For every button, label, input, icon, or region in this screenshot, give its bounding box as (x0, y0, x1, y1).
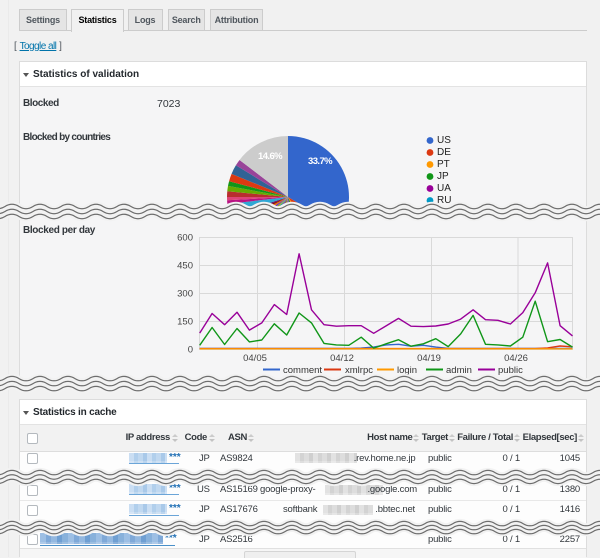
svg-text:04/26: 04/26 (504, 353, 528, 364)
svg-text:150: 150 (177, 317, 193, 328)
svg-text:04/05: 04/05 (243, 353, 267, 364)
svg-text:04/19: 04/19 (417, 353, 441, 364)
svg-text:0: 0 (188, 345, 193, 356)
svg-text:600: 600 (177, 233, 193, 244)
svg-text:450: 450 (177, 261, 193, 272)
svg-text:04/12: 04/12 (330, 353, 354, 364)
svg-text:300: 300 (177, 289, 193, 300)
